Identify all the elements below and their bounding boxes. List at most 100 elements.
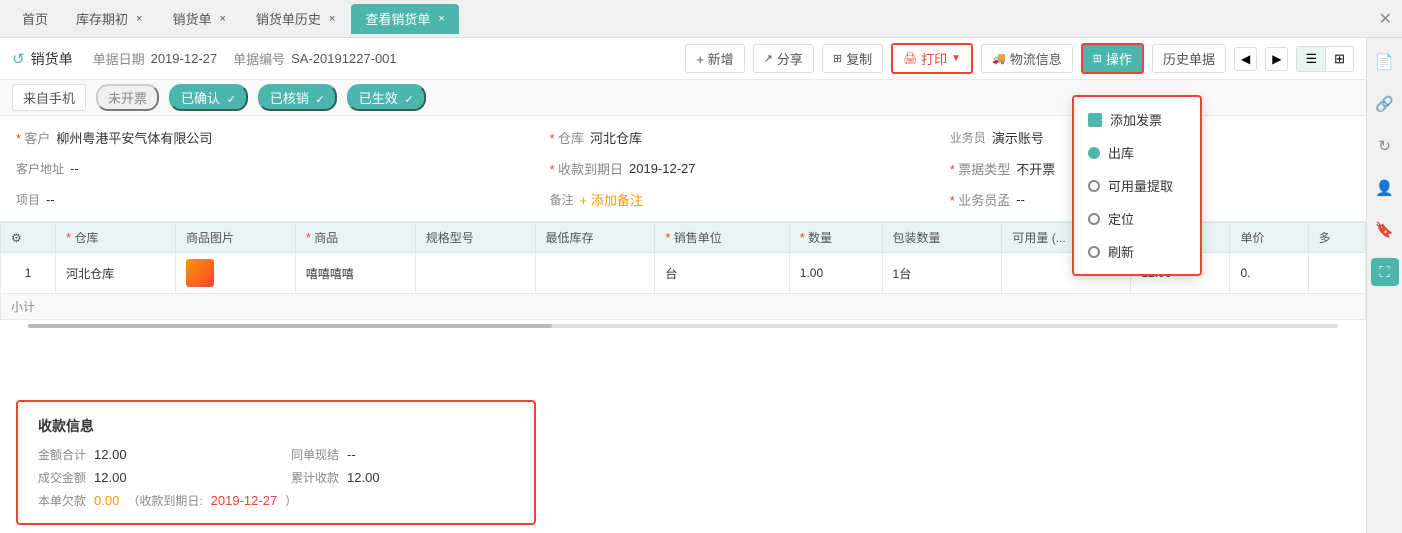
cell-product-img — [176, 253, 296, 294]
cell-min-stock — [535, 253, 655, 294]
cell-more — [1308, 253, 1365, 294]
view-list-button[interactable]: ☰ — [1297, 47, 1326, 71]
checked-label: 已核销 — [270, 91, 309, 106]
customer-value: 柳州粤港平安气体有限公司 — [56, 128, 212, 147]
new-button-label: + 新增 — [696, 49, 733, 68]
staff-value: -- — [1016, 192, 1025, 207]
payment-title: 收款信息 — [38, 416, 514, 436]
tab-view-sale-close[interactable]: × — [438, 13, 444, 25]
sidebar-refresh-icon[interactable]: ↻ — [1371, 132, 1399, 160]
share-button-label: 分享 — [777, 49, 803, 68]
cell-quantity: 1.00 — [789, 253, 882, 294]
operate-button[interactable]: ⊞ 操作 — [1081, 43, 1144, 74]
sidebar-bookmark-icon[interactable]: 🔖 — [1371, 216, 1399, 244]
tab-sale[interactable]: 销货单 × — [158, 4, 239, 34]
payment-transaction-row: 成交金额 12.00 — [38, 469, 261, 486]
warehouse-field: * 仓库 河北仓库 — [550, 128, 950, 147]
subtotal-label: 小计 — [1, 294, 1366, 320]
cell-price: 0. — [1230, 253, 1308, 294]
th-product-img: 商品图片 — [176, 223, 296, 253]
th-more: 多 — [1308, 223, 1365, 253]
staff-label: 业务员孟 — [958, 193, 1010, 208]
logistics-button[interactable]: 🚚 物流信息 — [981, 44, 1073, 73]
tab-inventory-close[interactable]: × — [136, 13, 142, 25]
cell-warehouse: 河北仓库 — [56, 253, 176, 294]
sidebar-link-icon[interactable]: 🔗 — [1371, 90, 1399, 118]
share-button[interactable]: ↗ 分享 — [753, 44, 814, 73]
doc-number-field: 单据编号 SA-20191227-001 — [233, 49, 397, 68]
view-grid-button[interactable]: ⊞ — [1326, 47, 1353, 71]
effective-label: 已生效 — [359, 91, 398, 106]
salesperson-value: 演示账号 — [992, 128, 1044, 147]
tab-sale-history-close[interactable]: × — [329, 13, 335, 25]
add-note-button[interactable]: + 添加备注 — [580, 190, 643, 209]
right-sidebar: 📄 🔗 ↻ 👤 🔖 ⛶ — [1366, 38, 1402, 533]
note-field: 备注 + 添加备注 — [550, 190, 950, 209]
tab-home[interactable]: 首页 — [8, 4, 62, 34]
cell-no: 1 — [1, 253, 56, 294]
outbound-label: 出库 — [1108, 143, 1134, 162]
payment-total-row: 金额合计 12.00 — [38, 446, 261, 463]
payment-transaction-value: 12.00 — [94, 470, 127, 485]
window-close-button[interactable]: ✕ — [1379, 9, 1392, 29]
cell-spec — [415, 253, 535, 294]
doc-icon: ↺ — [12, 50, 25, 68]
tab-sale-history[interactable]: 销货单历史 × — [242, 4, 349, 34]
tab-inventory-label: 库存期初 — [76, 9, 128, 28]
tab-view-sale-label: 查看销货单 — [365, 9, 430, 28]
doc-number-value: SA-20191227-001 — [291, 51, 397, 66]
th-settings[interactable]: ⚙ — [1, 223, 56, 253]
sidebar-user-icon[interactable]: 👤 — [1371, 174, 1399, 202]
history-button[interactable]: 历史单据 — [1152, 44, 1226, 73]
scroll-indicator — [28, 324, 1338, 328]
operate-dropdown: 添加发票 出库 可用量提取 定位 刷新 — [1072, 95, 1202, 276]
checked-button[interactable]: 已核销 ✓ — [258, 84, 337, 111]
copy-button-label: 复制 — [846, 49, 872, 68]
locate-label: 定位 — [1108, 209, 1134, 228]
ticket-value: 不开票 — [1016, 159, 1055, 178]
customer-label: 客户 — [24, 131, 50, 146]
confirmed-button[interactable]: 已确认 ✓ — [169, 84, 248, 111]
due-date-value: 2019-12-27 — [629, 161, 696, 176]
payment-outstanding-date: 2019-12-27 — [211, 493, 278, 508]
tab-view-sale[interactable]: 查看销货单 × — [351, 4, 458, 34]
payment-same-order-label: 同单现结 — [291, 446, 339, 463]
project-field: 项目 -- — [16, 191, 550, 208]
dropdown-refresh[interactable]: 刷新 — [1074, 235, 1200, 268]
project-value: -- — [46, 192, 55, 207]
not-open-label: 未开票 — [108, 91, 147, 106]
warehouse-value: 河北仓库 — [590, 128, 642, 147]
copy-button[interactable]: ⊞ 复制 — [822, 44, 883, 73]
new-button[interactable]: + 新增 — [685, 44, 744, 73]
tab-bar: 首页 库存期初 × 销货单 × 销货单历史 × 查看销货单 × ✕ — [0, 0, 1402, 38]
tab-inventory[interactable]: 库存期初 × — [62, 4, 156, 34]
doc-number-label: 单据编号 — [233, 49, 285, 68]
doc-title: 销货单 — [31, 49, 73, 69]
due-date-label: 收款到期日 — [558, 162, 623, 177]
prev-button[interactable]: ◀ — [1234, 47, 1257, 71]
next-button[interactable]: ▶ — [1265, 47, 1288, 71]
effective-button[interactable]: 已生效 ✓ — [347, 84, 426, 111]
address-field: 客户地址 -- — [16, 160, 550, 177]
due-date-field: * 收款到期日 2019-12-27 — [550, 159, 950, 178]
ticket-label: 票据类型 — [958, 162, 1010, 177]
history-button-label: 历史单据 — [1163, 49, 1215, 68]
sidebar-doc-edit-icon[interactable]: 📄 — [1371, 48, 1399, 76]
print-button[interactable]: 🖨 打印 ▼ — [891, 43, 973, 74]
payment-outstanding-label: 本单欠款 — [38, 492, 86, 509]
from-phone-label: 来自手机 — [23, 88, 75, 107]
dropdown-available-qty[interactable]: 可用量提取 — [1074, 169, 1200, 202]
dropdown-locate[interactable]: 定位 — [1074, 202, 1200, 235]
sidebar-expand-icon[interactable]: ⛶ — [1371, 258, 1399, 286]
from-phone-button[interactable]: 来自手机 — [12, 84, 86, 111]
operate-button-label: 操作 — [1106, 49, 1132, 68]
scroll-indicator-wrap — [0, 320, 1366, 332]
available-qty-label: 可用量提取 — [1108, 176, 1173, 195]
cell-pack-qty: 1台 — [882, 253, 1002, 294]
not-open-button[interactable]: 未开票 — [96, 84, 159, 111]
tab-sale-close[interactable]: × — [219, 13, 225, 25]
dropdown-outbound[interactable]: 出库 — [1074, 136, 1200, 169]
th-warehouse: * 仓库 — [56, 223, 176, 253]
th-unit: * 销售单位 — [655, 223, 789, 253]
dropdown-add-invoice[interactable]: 添加发票 — [1074, 103, 1200, 136]
